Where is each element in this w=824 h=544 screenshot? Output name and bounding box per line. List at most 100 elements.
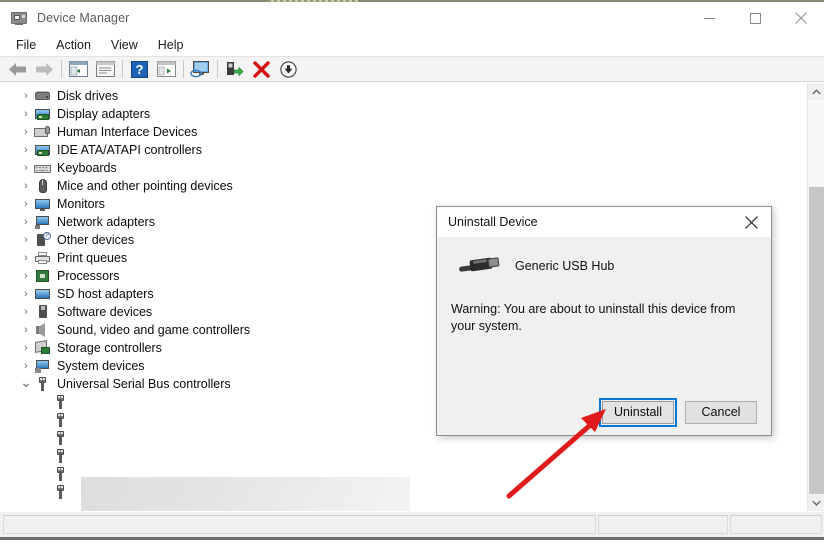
scrollbar-track[interactable] bbox=[807, 100, 824, 494]
statusbar bbox=[0, 511, 824, 537]
help-icon[interactable]: ? bbox=[126, 57, 153, 81]
tree-item-mice-and-other-pointing-devices[interactable]: › Mice and other pointing devices bbox=[0, 177, 807, 195]
unknown-device-icon: ? bbox=[34, 232, 51, 248]
usb-device-icon bbox=[52, 448, 69, 464]
maximize-button[interactable] bbox=[732, 2, 778, 34]
tree-item-keyboards[interactable]: › Keyboards bbox=[0, 159, 807, 177]
tree-item-ide-ata-atapi-controllers[interactable]: › IDE ATA/ATAPI controllers bbox=[0, 141, 807, 159]
toolbar-separator bbox=[183, 60, 184, 78]
chevron-right-icon[interactable]: › bbox=[18, 126, 34, 138]
tree-item-label: Software devices bbox=[57, 305, 153, 319]
vertical-scrollbar[interactable] bbox=[807, 83, 824, 511]
update-driver-icon[interactable] bbox=[153, 57, 180, 81]
tree-item-label: Storage controllers bbox=[57, 341, 162, 355]
storage-controller-icon bbox=[34, 340, 51, 356]
chevron-right-icon[interactable]: › bbox=[18, 342, 34, 354]
scrollbar-thumb[interactable] bbox=[808, 186, 824, 494]
uninstall-button[interactable]: Uninstall bbox=[599, 397, 677, 427]
tree-item-display-adapters[interactable]: › Display adapters bbox=[0, 105, 807, 123]
toolbar: ? bbox=[0, 56, 824, 82]
toolbar-separator bbox=[61, 60, 62, 78]
dialog-device-name: Generic USB Hub bbox=[515, 259, 615, 273]
tree-item-label: Processors bbox=[57, 269, 120, 283]
tree-item-disk-drives[interactable]: › Disk drives bbox=[0, 87, 807, 105]
chevron-right-icon[interactable]: › bbox=[18, 360, 34, 372]
show-hide-console-tree-icon[interactable] bbox=[65, 57, 92, 81]
chevron-right-icon[interactable]: › bbox=[18, 162, 34, 174]
window-titlebar: Device Manager bbox=[0, 2, 824, 34]
chevron-right-icon[interactable]: › bbox=[18, 270, 34, 282]
hid-icon bbox=[34, 124, 51, 140]
system-device-icon bbox=[34, 358, 51, 374]
dialog-titlebar: Uninstall Device bbox=[437, 207, 771, 237]
menu-action[interactable]: Action bbox=[46, 36, 101, 55]
close-button[interactable] bbox=[778, 2, 824, 34]
menu-file[interactable]: File bbox=[6, 36, 46, 55]
tree-item-label: Keyboards bbox=[57, 161, 117, 175]
disable-device-icon[interactable] bbox=[275, 57, 302, 81]
processor-icon bbox=[34, 268, 51, 284]
cancel-button[interactable]: Cancel bbox=[685, 400, 757, 424]
chevron-right-icon[interactable]: › bbox=[18, 180, 34, 192]
printer-icon bbox=[34, 250, 51, 266]
usb-device-icon bbox=[52, 430, 69, 446]
tree-item-label: Universal Serial Bus controllers bbox=[57, 377, 231, 391]
chevron-right-icon[interactable]: › bbox=[18, 144, 34, 156]
tree-item-label: Monitors bbox=[57, 197, 105, 211]
tree-item-label: Mice and other pointing devices bbox=[57, 179, 233, 193]
scroll-up-button[interactable] bbox=[808, 83, 824, 100]
dialog-close-button[interactable] bbox=[731, 207, 771, 237]
redacted-device-names-overlay bbox=[81, 477, 410, 511]
properties-icon[interactable] bbox=[92, 57, 119, 81]
usb-device-icon bbox=[52, 484, 69, 500]
tree-item-usb-device[interactable] bbox=[0, 447, 807, 465]
tree-item-human-interface-devices[interactable]: › Human Interface Devices bbox=[0, 123, 807, 141]
usb-controller-icon bbox=[34, 376, 51, 392]
dialog-warning-text: Warning: You are about to uninstall this… bbox=[451, 302, 736, 333]
menu-help[interactable]: Help bbox=[148, 36, 194, 55]
forward-icon[interactable] bbox=[31, 57, 58, 81]
scan-for-hardware-changes-icon[interactable] bbox=[187, 57, 214, 81]
sound-device-icon bbox=[34, 322, 51, 338]
device-manager-icon bbox=[10, 9, 28, 27]
usb-device-icon bbox=[52, 466, 69, 482]
sd-host-adapter-icon bbox=[34, 286, 51, 302]
chevron-right-icon[interactable]: › bbox=[18, 216, 34, 228]
chevron-right-icon[interactable]: › bbox=[18, 90, 34, 102]
uninstall-device-dialog: Uninstall Device Generic USB Hub Warning… bbox=[436, 206, 772, 436]
dialog-body: Generic USB Hub Warning: You are about t… bbox=[437, 237, 771, 389]
toolbar-separator bbox=[122, 60, 123, 78]
uninstall-device-icon[interactable] bbox=[248, 57, 275, 81]
chevron-right-icon[interactable]: › bbox=[18, 306, 34, 318]
chevron-right-icon[interactable]: › bbox=[18, 252, 34, 264]
chevron-right-icon[interactable]: › bbox=[18, 288, 34, 300]
chevron-right-icon[interactable]: › bbox=[18, 198, 34, 210]
disk-drive-icon bbox=[34, 88, 51, 104]
statusbar-pane-secondary bbox=[598, 515, 728, 534]
menubar: File Action View Help bbox=[0, 34, 824, 56]
software-device-icon bbox=[34, 304, 51, 320]
tree-item-label: Display adapters bbox=[57, 107, 151, 121]
mouse-icon bbox=[34, 178, 51, 194]
chevron-right-icon[interactable]: › bbox=[18, 234, 34, 246]
minimize-button[interactable] bbox=[686, 2, 732, 34]
svg-text:?: ? bbox=[136, 62, 144, 77]
statusbar-pane-tertiary bbox=[730, 515, 822, 534]
ide-controller-icon bbox=[34, 142, 51, 158]
chevron-down-icon[interactable]: ⌄ bbox=[18, 375, 34, 389]
enable-device-icon[interactable] bbox=[221, 57, 248, 81]
toolbar-separator bbox=[217, 60, 218, 78]
back-icon[interactable] bbox=[4, 57, 31, 81]
usb-device-icon bbox=[52, 412, 69, 428]
tree-item-label: Sound, video and game controllers bbox=[57, 323, 251, 337]
menu-view[interactable]: View bbox=[101, 36, 148, 55]
chevron-right-icon[interactable]: › bbox=[18, 324, 34, 336]
tree-item-label: SD host adapters bbox=[57, 287, 154, 301]
scroll-down-button[interactable] bbox=[808, 494, 824, 511]
chevron-right-icon[interactable]: › bbox=[18, 108, 34, 120]
dialog-title: Uninstall Device bbox=[448, 215, 538, 229]
desktop-backdrop: Device Manager File Action View Help ? ›… bbox=[0, 0, 824, 544]
monitor-icon bbox=[34, 196, 51, 212]
statusbar-pane-main bbox=[3, 515, 596, 534]
usb-device-icon bbox=[52, 394, 69, 410]
